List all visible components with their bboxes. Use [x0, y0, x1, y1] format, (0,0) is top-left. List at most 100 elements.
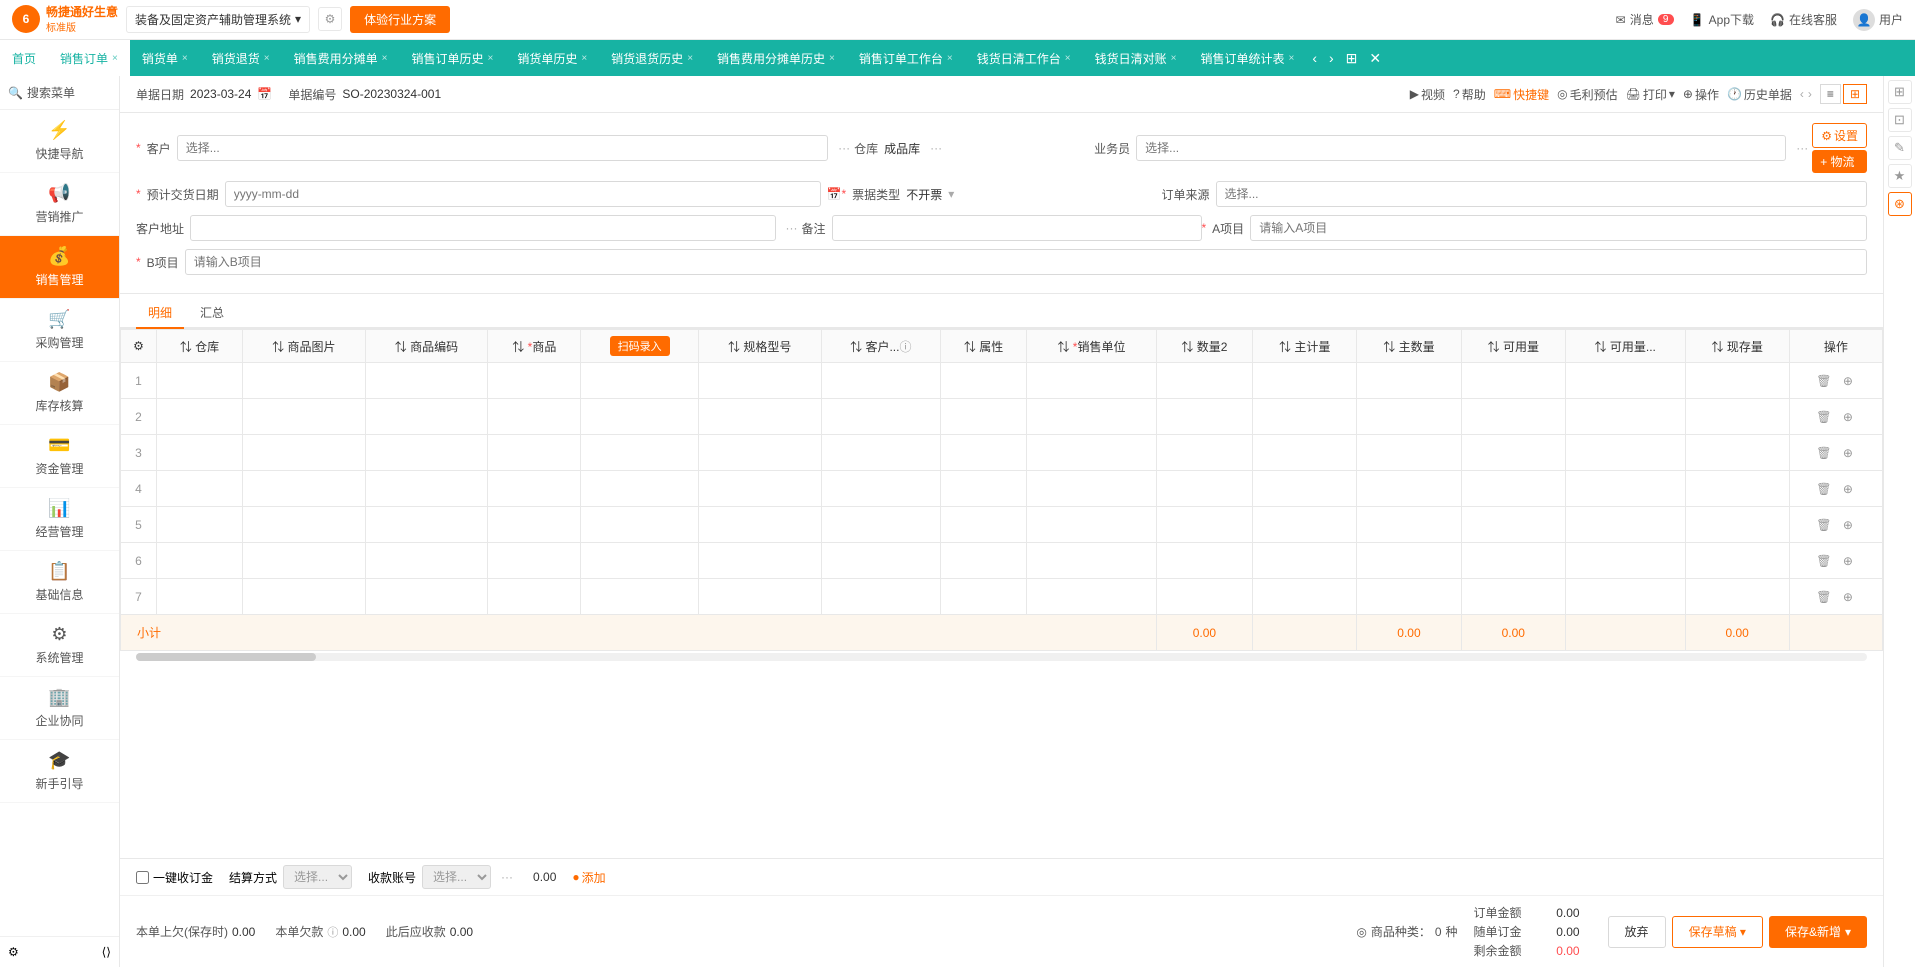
- sidebar-item-quick-nav[interactable]: ⚡ 快捷导航: [0, 110, 119, 173]
- row-2-copy-icon[interactable]: ⊕: [1838, 407, 1858, 427]
- form-view-icon[interactable]: ⊞: [1843, 84, 1867, 104]
- row-7-scan[interactable]: [581, 579, 699, 615]
- row-6-attributes[interactable]: [941, 543, 1027, 579]
- row-2-product[interactable]: [488, 399, 581, 435]
- row-7-main-uom[interactable]: [1253, 579, 1357, 615]
- row-6-main-qty[interactable]: [1357, 543, 1461, 579]
- close-icon[interactable]: ×: [264, 53, 270, 64]
- row-6-image[interactable]: [243, 543, 366, 579]
- row-5-product[interactable]: [488, 507, 581, 543]
- close-icon[interactable]: ×: [182, 53, 188, 64]
- tabs-close-icon[interactable]: ✕: [1363, 50, 1387, 67]
- row-4-spec[interactable]: [698, 471, 821, 507]
- sidebar-search[interactable]: 🔍 搜索菜单: [0, 76, 119, 110]
- discard-btn[interactable]: 放弃: [1608, 916, 1666, 948]
- tab-detail[interactable]: 明细: [136, 298, 184, 329]
- row-1-current-stock[interactable]: [1685, 363, 1789, 399]
- row-2-warehouse[interactable]: [157, 399, 243, 435]
- close-icon[interactable]: ×: [581, 53, 587, 64]
- row-3-spec[interactable]: [698, 435, 821, 471]
- row-3-scan[interactable]: [581, 435, 699, 471]
- row-1-scan[interactable]: [581, 363, 699, 399]
- row-5-image[interactable]: [243, 507, 366, 543]
- row-2-available[interactable]: [1461, 399, 1565, 435]
- sidebar-item-marketing[interactable]: 📢 营销推广: [0, 173, 119, 236]
- history-btn[interactable]: 🕐 历史单据: [1727, 86, 1792, 103]
- row-6-scan[interactable]: [581, 543, 699, 579]
- save-new-btn[interactable]: 保存&新增 ▾: [1769, 916, 1867, 948]
- tab-summary[interactable]: 汇总: [188, 298, 236, 329]
- row-5-scan[interactable]: [581, 507, 699, 543]
- row-7-product[interactable]: [488, 579, 581, 615]
- row-5-copy-icon[interactable]: ⊕: [1838, 515, 1858, 535]
- row-4-copy-icon[interactable]: ⊕: [1838, 479, 1858, 499]
- row-4-qty2[interactable]: [1156, 471, 1252, 507]
- row-1-available2[interactable]: [1565, 363, 1685, 399]
- profit-btn[interactable]: ◎ 毛利预估: [1557, 86, 1618, 103]
- right-panel-btn-2[interactable]: ⊡: [1888, 108, 1912, 132]
- row-1-customer-field[interactable]: [821, 363, 941, 399]
- row-1-image[interactable]: [243, 363, 366, 399]
- tab-slip-history[interactable]: 销货单历史 ×: [505, 40, 599, 76]
- row-4-attributes[interactable]: [941, 471, 1027, 507]
- row-6-available2[interactable]: [1565, 543, 1685, 579]
- prev-record-icon[interactable]: ‹: [1800, 87, 1804, 101]
- row-2-main-uom[interactable]: [1253, 399, 1357, 435]
- row-6-spec[interactable]: [698, 543, 821, 579]
- online-service-btn[interactable]: 🎧 在线客服: [1770, 11, 1837, 28]
- row-2-customer-field[interactable]: [821, 399, 941, 435]
- ticket-type-arrow[interactable]: ▾: [948, 187, 954, 201]
- row-2-current-stock[interactable]: [1685, 399, 1789, 435]
- tab-fee-split-history[interactable]: 销售费用分摊单历史 ×: [705, 40, 847, 76]
- sidebar-item-finance[interactable]: 💳 资金管理: [0, 425, 119, 488]
- row-5-available[interactable]: [1461, 507, 1565, 543]
- col-settings[interactable]: ⚙: [121, 330, 157, 363]
- row-6-sales-unit[interactable]: [1027, 543, 1157, 579]
- a-project-input[interactable]: [1250, 215, 1867, 241]
- tab-home[interactable]: 首页: [0, 40, 48, 76]
- settings-button[interactable]: ⚙ 设置: [1812, 123, 1867, 148]
- sidebar-item-newbie[interactable]: 🎓 新手引导: [0, 740, 119, 803]
- payment-method-select[interactable]: 选择...: [283, 865, 352, 889]
- help-btn[interactable]: ? 帮助: [1453, 86, 1486, 103]
- row-3-main-qty[interactable]: [1357, 435, 1461, 471]
- customer-address-input[interactable]: [190, 215, 775, 241]
- tab-order-workbench[interactable]: 销售订单工作台 ×: [847, 40, 965, 76]
- right-panel-btn-1[interactable]: ⊞: [1888, 80, 1912, 104]
- close-icon[interactable]: ×: [687, 53, 693, 64]
- sidebar-item-ops[interactable]: 📊 经营管理: [0, 488, 119, 551]
- row-4-product[interactable]: [488, 471, 581, 507]
- row-7-delete-icon[interactable]: 🗑: [1814, 587, 1834, 607]
- row-6-customer-field[interactable]: [821, 543, 941, 579]
- row-7-available[interactable]: [1461, 579, 1565, 615]
- row-7-current-stock[interactable]: [1685, 579, 1789, 615]
- receipt-more-icon[interactable]: ···: [497, 870, 517, 884]
- add-payment-btn[interactable]: ● 添加: [572, 869, 605, 886]
- row-7-customer-field[interactable]: [821, 579, 941, 615]
- industry-btn[interactable]: 体验行业方案: [350, 6, 450, 33]
- b-project-input[interactable]: [185, 249, 1867, 275]
- sidebar-item-purchase[interactable]: 🛒 采购管理: [0, 299, 119, 362]
- row-5-current-stock[interactable]: [1685, 507, 1789, 543]
- warehouse-value[interactable]: 成品库: [884, 140, 920, 157]
- shortcut-btn[interactable]: ⌨ 快捷键: [1494, 86, 1549, 103]
- date-value[interactable]: 2023-03-24: [190, 87, 251, 101]
- row-5-main-qty[interactable]: [1357, 507, 1461, 543]
- right-panel-btn-4[interactable]: ★: [1888, 164, 1912, 188]
- row-3-image[interactable]: [243, 435, 366, 471]
- row-4-sales-unit[interactable]: [1027, 471, 1157, 507]
- sidebar-item-basic-info[interactable]: 📋 基础信息: [0, 551, 119, 614]
- row-2-delete-icon[interactable]: 🗑: [1814, 407, 1834, 427]
- one-click-confirm-checkbox[interactable]: [136, 871, 149, 884]
- credit-info-icon[interactable]: ⓘ: [327, 924, 338, 940]
- row-1-main-uom[interactable]: [1253, 363, 1357, 399]
- scrollbar-thumb[interactable]: [136, 653, 316, 661]
- scan-btn[interactable]: 扫码录入: [610, 336, 670, 356]
- delivery-calendar-icon[interactable]: 📅: [827, 187, 842, 201]
- row-6-delete-icon[interactable]: 🗑: [1814, 551, 1834, 571]
- row-2-spec[interactable]: [698, 399, 821, 435]
- row-2-attributes[interactable]: [941, 399, 1027, 435]
- system-name-selector[interactable]: 装备及固定资产辅助管理系统 ▾: [126, 6, 310, 33]
- row-3-available2[interactable]: [1565, 435, 1685, 471]
- row-3-qty2[interactable]: [1156, 435, 1252, 471]
